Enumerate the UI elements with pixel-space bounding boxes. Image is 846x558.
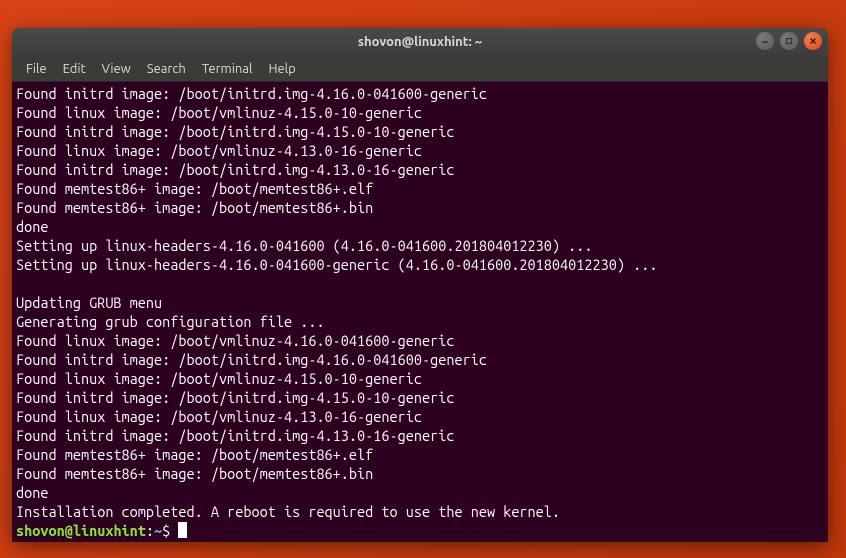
output-line: Found linux image: /boot/vmlinuz-4.13.0-… [16, 407, 824, 426]
cursor [178, 522, 187, 538]
output-line: done [16, 483, 824, 502]
minimize-button[interactable] [756, 32, 774, 50]
output-line: Setting up linux-headers-4.16.0-041600 (… [16, 236, 824, 255]
menu-view[interactable]: View [94, 59, 139, 79]
close-button[interactable] [804, 32, 822, 50]
output-line: Found memtest86+ image: /boot/memtest86+… [16, 445, 824, 464]
menu-file[interactable]: File [18, 59, 55, 79]
prompt-line: shovon@linuxhint:~$ [16, 521, 824, 540]
output-line: Found linux image: /boot/vmlinuz-4.16.0-… [16, 331, 824, 350]
menu-edit[interactable]: Edit [55, 59, 94, 79]
output-line: Found initrd image: /boot/initrd.img-4.1… [16, 426, 824, 445]
output-line: Found linux image: /boot/vmlinuz-4.15.0-… [16, 369, 824, 388]
output-line [16, 274, 824, 293]
output-line: Found initrd image: /boot/initrd.img-4.1… [16, 388, 824, 407]
output-line: done [16, 217, 824, 236]
output-line: Found initrd image: /boot/initrd.img-4.1… [16, 350, 824, 369]
terminal-content[interactable]: Found initrd image: /boot/initrd.img-4.1… [12, 82, 828, 542]
prompt-symbol: $ [162, 522, 178, 539]
prompt-path: ~ [154, 522, 162, 539]
prompt-separator: : [146, 522, 154, 539]
menu-search[interactable]: Search [139, 59, 194, 79]
menu-help[interactable]: Help [260, 59, 303, 79]
output-line: Found initrd image: /boot/initrd.img-4.1… [16, 84, 824, 103]
titlebar[interactable]: shovon@linuxhint: ~ [12, 28, 828, 56]
output-line: Found linux image: /boot/vmlinuz-4.13.0-… [16, 141, 824, 160]
output-line: Installation completed. A reboot is requ… [16, 502, 824, 521]
prompt-user-host: shovon@linuxhint [16, 522, 146, 539]
output-line: Found memtest86+ image: /boot/memtest86+… [16, 464, 824, 483]
window-title: shovon@linuxhint: ~ [358, 35, 482, 49]
output-line: Updating GRUB menu [16, 293, 824, 312]
output-line: Found linux image: /boot/vmlinuz-4.15.0-… [16, 103, 824, 122]
window-controls [756, 32, 822, 50]
output-line: Setting up linux-headers-4.16.0-041600-g… [16, 255, 824, 274]
menubar: File Edit View Search Terminal Help [12, 56, 828, 82]
terminal-window: shovon@linuxhint: ~ File Edit View Searc… [12, 28, 828, 542]
maximize-button[interactable] [780, 32, 798, 50]
output-line: Found memtest86+ image: /boot/memtest86+… [16, 179, 824, 198]
menu-terminal[interactable]: Terminal [194, 59, 261, 79]
output-line: Found initrd image: /boot/initrd.img-4.1… [16, 160, 824, 179]
output-line: Generating grub configuration file ... [16, 312, 824, 331]
output-line: Found initrd image: /boot/initrd.img-4.1… [16, 122, 824, 141]
output-line: Found memtest86+ image: /boot/memtest86+… [16, 198, 824, 217]
